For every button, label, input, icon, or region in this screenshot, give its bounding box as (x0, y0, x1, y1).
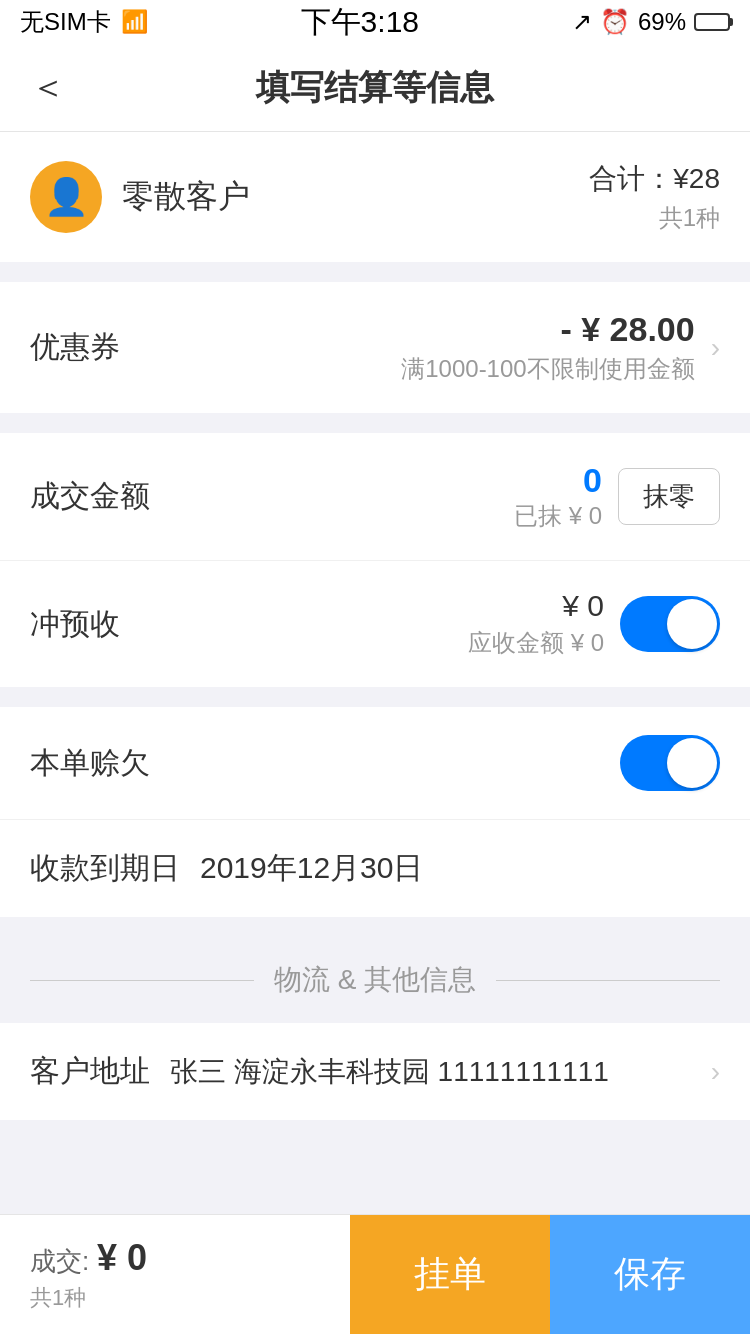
nav-bar: ＜ 填写结算等信息 (0, 44, 750, 132)
bottom-info: 成交: ¥ 0 共1种 (0, 1237, 350, 1313)
bottom-bar: 成交: ¥ 0 共1种 挂单 保存 (0, 1214, 750, 1334)
customer-name: 零散客户 (122, 175, 250, 219)
status-time: 下午3:18 (301, 2, 419, 43)
customer-row: 👤 零散客户 合计：¥28 共1种 (0, 132, 750, 262)
coupon-amount-col: - ¥ 28.00 满1000-100不限制使用金额 (401, 310, 694, 385)
credit-row: 本单赊欠 (0, 707, 750, 820)
prepay-main-value: ¥ 0 (468, 589, 604, 623)
total-count: 共1种 (589, 202, 720, 234)
battery-percent: 69% (638, 8, 686, 36)
transaction-amount-col: 已抹 ¥ 0 (514, 461, 602, 532)
address-row[interactable]: 客户地址 张三 海淀永丰科技园 11111111111 › (0, 1023, 750, 1120)
address-value: 张三 海淀永丰科技园 11111111111 (170, 1053, 711, 1091)
prepayment-label: 冲预收 (30, 604, 120, 645)
alarm-icon: ⏰ (600, 8, 630, 36)
pending-button[interactable]: 挂单 (350, 1215, 550, 1335)
due-date-label: 收款到期日 (30, 848, 180, 889)
logistics-section: 物流 & 其他信息 (0, 937, 750, 1023)
location-icon: ↗ (572, 8, 592, 36)
address-chevron-icon: › (711, 1056, 720, 1088)
prepay-sub-value: 应收金额 ¥ 0 (468, 627, 604, 659)
save-button[interactable]: 保存 (550, 1215, 750, 1335)
customer-avatar: 👤 (30, 161, 102, 233)
credit-toggle[interactable] (620, 735, 720, 791)
network-label: 无SIM卡 (20, 6, 111, 38)
status-left: 无SIM卡 📶 (20, 6, 148, 38)
chevron-right-icon: › (711, 332, 720, 364)
due-date-value: 2019年12月30日 (200, 848, 423, 889)
credit-right (620, 735, 720, 791)
toggle-knob (667, 599, 717, 649)
prepayment-row: 冲预收 ¥ 0 应收金额 ¥ 0 (0, 561, 750, 687)
logistics-divider-right (496, 980, 720, 981)
battery-bar (694, 13, 730, 31)
transaction-right: 已抹 ¥ 0 抹零 (514, 461, 720, 532)
wifi-icon: 📶 (121, 9, 148, 35)
coupon-right: - ¥ 28.00 满1000-100不限制使用金额 › (401, 310, 720, 385)
bottom-deal-label: 成交: (30, 1246, 89, 1276)
coupon-label: 优惠券 (30, 327, 120, 368)
logistics-title: 物流 & 其他信息 (254, 961, 496, 999)
bottom-amount: ¥ 0 (97, 1237, 147, 1278)
round-off-button[interactable]: 抹零 (618, 468, 720, 525)
already-rounded-label: 已抹 ¥ 0 (514, 500, 602, 532)
coupon-row[interactable]: 优惠券 - ¥ 28.00 满1000-100不限制使用金额 › (0, 282, 750, 413)
coupon-desc: 满1000-100不限制使用金额 (401, 353, 694, 385)
customer-card: 👤 零散客户 合计：¥28 共1种 (0, 132, 750, 262)
address-label: 客户地址 (30, 1051, 150, 1092)
avatar-icon: 👤 (44, 176, 89, 218)
content: 👤 零散客户 合计：¥28 共1种 优惠券 - ¥ 28.00 满1000-10… (0, 132, 750, 1270)
prepayment-right: ¥ 0 应收金额 ¥ 0 (468, 589, 720, 659)
transaction-row: 成交金额 已抹 ¥ 0 抹零 (0, 433, 750, 561)
transaction-card: 成交金额 已抹 ¥ 0 抹零 冲预收 ¥ 0 应收金额 ¥ 0 (0, 433, 750, 687)
transaction-label: 成交金额 (30, 476, 150, 517)
prepay-values: ¥ 0 应收金额 ¥ 0 (468, 589, 604, 659)
customer-left: 👤 零散客户 (30, 161, 250, 233)
status-bar: 无SIM卡 📶 下午3:18 ↗ ⏰ 69% (0, 0, 750, 44)
credit-label: 本单赊欠 (30, 743, 150, 784)
logistics-divider-left (30, 980, 254, 981)
transaction-amount-input[interactable] (522, 461, 602, 500)
total-label: 合计：¥28 (589, 160, 720, 198)
back-button[interactable]: ＜ (30, 63, 66, 112)
page-title: 填写结算等信息 (256, 65, 494, 111)
prepayment-toggle[interactable] (620, 596, 720, 652)
due-date-row[interactable]: 收款到期日 2019年12月30日 (0, 820, 750, 917)
credit-toggle-knob (667, 738, 717, 788)
bottom-deal-row: 成交: ¥ 0 (30, 1237, 320, 1279)
address-card: 客户地址 张三 海淀永丰科技园 11111111111 › (0, 1023, 750, 1120)
bottom-count: 共1种 (30, 1283, 320, 1313)
customer-right: 合计：¥28 共1种 (589, 160, 720, 234)
status-right: ↗ ⏰ 69% (572, 8, 730, 36)
credit-card: 本单赊欠 收款到期日 2019年12月30日 (0, 707, 750, 917)
coupon-amount: - ¥ 28.00 (560, 310, 694, 349)
